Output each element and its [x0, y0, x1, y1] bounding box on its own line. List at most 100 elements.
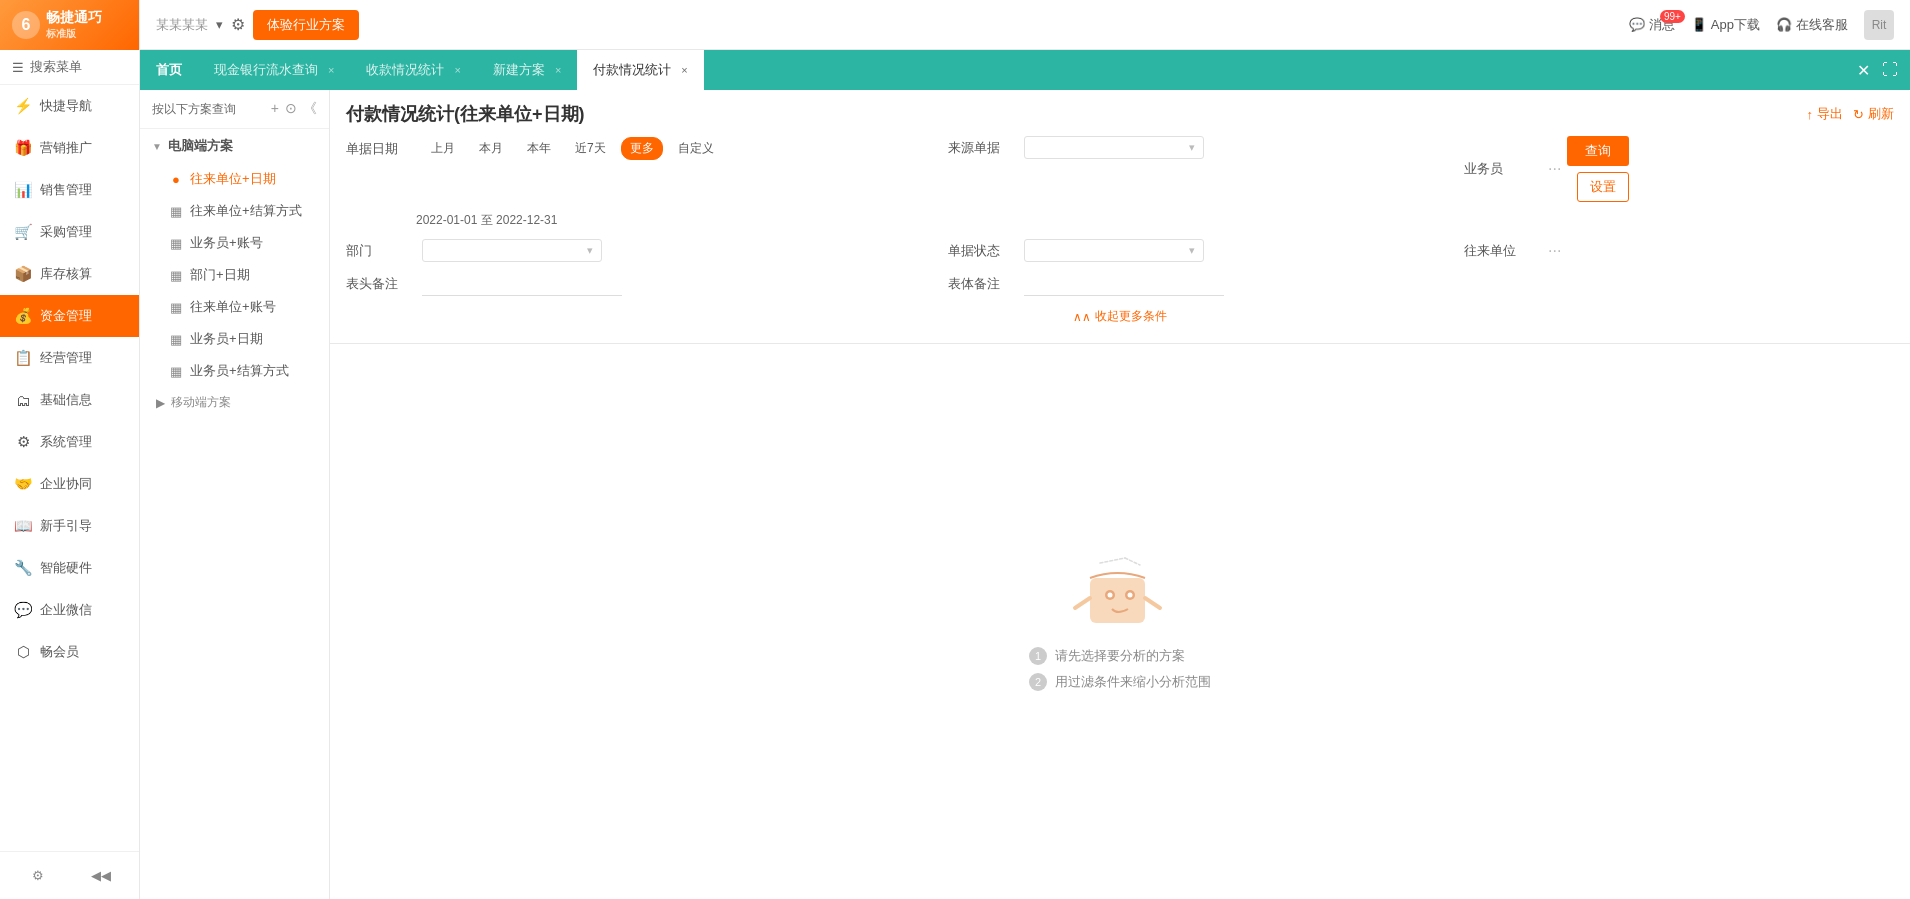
- sidebar-item-purchase[interactable]: 🛒 采购管理: [0, 211, 139, 253]
- collapse-button[interactable]: ∧∧ 收起更多条件: [1073, 302, 1167, 331]
- sidebar-settings-btn[interactable]: ⚙: [10, 862, 66, 889]
- sidebar-item-wechat[interactable]: 💬 企业微信: [0, 589, 139, 631]
- messages-icon: 💬: [1629, 17, 1645, 32]
- scheme-item-partner-date[interactable]: ● 往来单位+日期: [140, 163, 329, 195]
- app-download-action[interactable]: 📱 App下载: [1691, 16, 1760, 34]
- sidebar-item-enterprise[interactable]: 🤝 企业协同: [0, 463, 139, 505]
- svg-point-4: [1128, 592, 1133, 597]
- header-note-input[interactable]: [422, 272, 622, 296]
- sidebar-item-guide[interactable]: 📖 新手引导: [0, 505, 139, 547]
- status-label: 单据状态: [948, 242, 1018, 260]
- topbar-settings-icon[interactable]: ⚙: [231, 15, 245, 34]
- date-btn-custom[interactable]: 自定义: [669, 136, 723, 161]
- date-btn-this-year[interactable]: 本年: [518, 136, 560, 161]
- date-btn-last-month[interactable]: 上月: [422, 136, 464, 161]
- sidebar-item-system[interactable]: ⚙ 系统管理: [0, 421, 139, 463]
- partner-select-dots[interactable]: ···: [1548, 242, 1561, 260]
- mobile-scheme-group-header[interactable]: ▶ 移动端方案: [140, 387, 329, 418]
- search-icon: ☰: [12, 60, 24, 75]
- sidebar-item-sales[interactable]: 📊 销售管理: [0, 169, 139, 211]
- scheme-active-icon: ●: [168, 171, 184, 187]
- dept-select[interactable]: ▾: [422, 239, 602, 262]
- empty-svg: [1070, 553, 1170, 633]
- refresh-label: 刷新: [1868, 105, 1894, 123]
- sidebar-item-marketing[interactable]: 🎁 营销推广: [0, 127, 139, 169]
- tab-new-scheme-close[interactable]: ×: [555, 64, 561, 76]
- sales-icon: 📊: [14, 181, 32, 199]
- sidebar-item-label: 采购管理: [40, 223, 92, 241]
- group-arrow-icon: ▼: [152, 141, 162, 152]
- desktop-scheme-group-header[interactable]: ▼ 电脑端方案: [140, 129, 329, 163]
- topbar-right: 💬 消息 99+ 📱 App下载 🎧 在线客服 Rit: [1629, 10, 1894, 40]
- source-select[interactable]: ▾: [1024, 136, 1204, 159]
- data-area: 1 请先选择要分析的方案 2 用过滤条件来缩小分析范围: [330, 344, 1910, 899]
- panel-collapse-icon[interactable]: 《: [303, 100, 317, 118]
- scheme-item-staff-account[interactable]: ▦ 业务员+账号: [140, 227, 329, 259]
- refresh-button[interactable]: ↻ 刷新: [1853, 105, 1894, 123]
- tab-cash-flow[interactable]: 现金银行流水查询 ×: [198, 50, 350, 90]
- tab-payment-stats[interactable]: 付款情况统计 ×: [577, 50, 703, 90]
- sidebar-item-inventory[interactable]: 📦 库存核算: [0, 253, 139, 295]
- settings-button[interactable]: 设置: [1577, 172, 1629, 202]
- avatar-text: Rit: [1872, 18, 1887, 32]
- scheme-item-dept-date[interactable]: ▦ 部门+日期: [140, 259, 329, 291]
- svg-line-8: [1125, 558, 1140, 565]
- scheme-settings-icon[interactable]: ⊙: [285, 100, 297, 118]
- scheme-table-icon: ▦: [168, 203, 184, 219]
- date-btn-7days[interactable]: 近7天: [566, 136, 615, 161]
- empty-icon: [1070, 553, 1170, 633]
- filter-area: 付款情况统计(往来单位+日期) ↑ 导出 ↻ 刷新: [330, 90, 1910, 344]
- svg-line-7: [1100, 558, 1125, 563]
- scheme-item-label: 部门+日期: [190, 266, 250, 284]
- sidebar-item-operations[interactable]: 📋 经营管理: [0, 337, 139, 379]
- tab-cash-flow-close[interactable]: ×: [328, 64, 334, 76]
- scheme-item-staff-date[interactable]: ▦ 业务员+日期: [140, 323, 329, 355]
- scheme-item-partner-settle[interactable]: ▦ 往来单位+结算方式: [140, 195, 329, 227]
- empty-tip-2: 2 用过滤条件来缩小分析范围: [1029, 673, 1211, 691]
- sidebar-item-label: 经营管理: [40, 349, 92, 367]
- sidebar-item-finance[interactable]: 💰 资金管理: [0, 295, 139, 337]
- search-menu-item[interactable]: ☰ 搜索菜单: [0, 50, 139, 85]
- sidebar-item-label: 基础信息: [40, 391, 92, 409]
- status-select[interactable]: ▾: [1024, 239, 1204, 262]
- quick-nav-icon: ⚡: [14, 97, 32, 115]
- trial-button[interactable]: 体验行业方案: [253, 10, 359, 40]
- sidebar-item-member[interactable]: ⬡ 畅会员: [0, 631, 139, 673]
- empty-tip-1: 1 请先选择要分析的方案: [1029, 647, 1211, 665]
- add-scheme-icon[interactable]: +: [271, 100, 279, 118]
- inventory-icon: 📦: [14, 265, 32, 283]
- body-note-label: 表体备注: [948, 275, 1018, 293]
- tab-receivable-close[interactable]: ×: [454, 64, 460, 76]
- staff-select-dots[interactable]: ···: [1548, 160, 1561, 178]
- main: 某某某某 ▾ ⚙ 体验行业方案 💬 消息 99+ 📱 App下载 🎧 在线客服 …: [140, 0, 1910, 899]
- tabbar-actions: ✕ ⛶: [1845, 50, 1910, 90]
- scheme-item-partner-account[interactable]: ▦ 往来单位+账号: [140, 291, 329, 323]
- body-note-input[interactable]: [1024, 272, 1224, 296]
- sidebar-item-quick-nav[interactable]: ⚡ 快捷导航: [0, 85, 139, 127]
- date-btn-more[interactable]: 更多: [621, 137, 663, 160]
- tip-text-2: 用过滤条件来缩小分析范围: [1055, 673, 1211, 691]
- tab-new-scheme[interactable]: 新建方案 ×: [477, 50, 577, 90]
- filter-header: 付款情况统计(往来单位+日期) ↑ 导出 ↻ 刷新: [346, 102, 1894, 126]
- tabbar-maximize[interactable]: ⛶: [1882, 61, 1898, 79]
- company-dropdown[interactable]: ▾: [216, 17, 223, 32]
- avatar[interactable]: Rit: [1864, 10, 1894, 40]
- search-menu-label: 搜索菜单: [30, 58, 82, 76]
- date-btn-this-month[interactable]: 本月: [470, 136, 512, 161]
- messages-action[interactable]: 💬 消息 99+: [1629, 16, 1675, 34]
- app-download-label: App下载: [1711, 16, 1760, 34]
- tab-receivable[interactable]: 收款情况统计 ×: [350, 50, 476, 90]
- sidebar-collapse-btn[interactable]: ◀◀: [74, 862, 130, 889]
- tab-payment-stats-close[interactable]: ×: [681, 64, 687, 76]
- tabbar-close-all[interactable]: ✕: [1857, 61, 1870, 80]
- scheme-item-staff-settle[interactable]: ▦ 业务员+结算方式: [140, 355, 329, 387]
- export-label: 导出: [1817, 105, 1843, 123]
- enterprise-icon: 🤝: [14, 475, 32, 493]
- query-button[interactable]: 查询: [1567, 136, 1629, 166]
- sidebar-item-basic-info[interactable]: 🗂 基础信息: [0, 379, 139, 421]
- tip-num-2: 2: [1029, 673, 1047, 691]
- sidebar-item-hardware[interactable]: 🔧 智能硬件: [0, 547, 139, 589]
- online-service-action[interactable]: 🎧 在线客服: [1776, 16, 1848, 34]
- tab-home[interactable]: 首页: [140, 50, 198, 90]
- export-button[interactable]: ↑ 导出: [1807, 105, 1844, 123]
